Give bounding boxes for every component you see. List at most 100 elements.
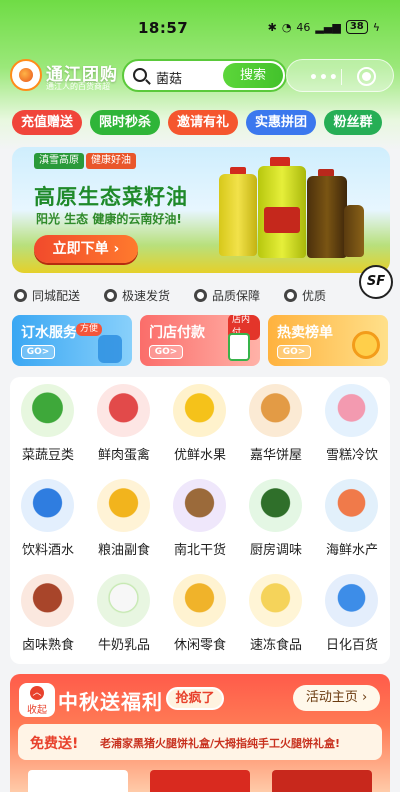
category-label: 日化百货 bbox=[325, 638, 378, 653]
store-payment-card[interactable]: 门店付款 店内付 GO> bbox=[140, 315, 260, 366]
more-icon[interactable]: ••• bbox=[309, 70, 339, 86]
category-item[interactable]: 海鲜水产 bbox=[314, 472, 390, 567]
category-item[interactable]: 南北干货 bbox=[162, 472, 238, 567]
promo-fan-group[interactable]: 粉丝群 bbox=[324, 110, 382, 135]
banner-subtitle: 阳光 生态 健康的云南好油! bbox=[36, 212, 182, 226]
brand-slogan: 通江人的百货商超 bbox=[46, 82, 110, 91]
search-button[interactable]: 搜索 bbox=[223, 63, 283, 88]
seasoning-icon bbox=[249, 479, 302, 532]
gift-box-image[interactable] bbox=[150, 770, 250, 792]
milk-icon bbox=[97, 574, 150, 627]
promo-flash-sale[interactable]: 限时秒杀 bbox=[90, 110, 160, 135]
category-item[interactable]: 嘉华饼屋 bbox=[238, 377, 314, 472]
category-item[interactable]: 休闲零食 bbox=[162, 567, 238, 662]
banner-tag: 健康好油 bbox=[86, 153, 136, 169]
promo-recharge[interactable]: 充值赠送 bbox=[12, 110, 82, 135]
card-go-button[interactable]: GO> bbox=[149, 345, 183, 359]
gift-box-image[interactable] bbox=[28, 770, 128, 792]
search-icon bbox=[133, 68, 147, 82]
app-header: 通江团购 通江人的百货商超 菌菇 搜索 ••• bbox=[10, 57, 395, 93]
category-label: 速冻食品 bbox=[249, 638, 302, 653]
payment-phone-icon bbox=[228, 333, 250, 361]
fast-shipping-icon bbox=[104, 289, 118, 302]
category-label: 海鲜水产 bbox=[325, 543, 378, 558]
gift-box-image[interactable] bbox=[272, 770, 372, 792]
grain-oil-icon bbox=[97, 479, 150, 532]
free-gift-strip[interactable]: 免费送! 老浦家黑猪火腿饼礼盒/大拇指纯手工火腿饼礼盒! bbox=[18, 724, 382, 760]
signal-icon: 46 bbox=[296, 20, 311, 34]
category-label: 嘉华饼屋 bbox=[249, 448, 302, 463]
chevron-up-icon: ︿ bbox=[30, 686, 44, 700]
status-time: 18:57 bbox=[138, 19, 189, 37]
category-label: 粮油副食 bbox=[97, 543, 150, 558]
category-label: 优鲜水果 bbox=[173, 448, 226, 463]
section-title: 中秋送福利 bbox=[58, 690, 163, 714]
category-item[interactable]: 卤味熟食 bbox=[10, 567, 86, 662]
bread-icon bbox=[249, 384, 302, 437]
category-item[interactable]: 粮油副食 bbox=[86, 472, 162, 567]
status-bar: 18:57 ✱ ◔ 46 ▂▄▆ 38 ϟ bbox=[0, 0, 400, 40]
category-item[interactable]: 厨房调味 bbox=[238, 472, 314, 567]
quality-icon bbox=[194, 289, 208, 302]
card-badge: 方便 bbox=[76, 323, 103, 336]
dry-goods-icon bbox=[173, 479, 226, 532]
category-item[interactable]: 菜蔬豆类 bbox=[10, 377, 86, 472]
promo-pills: 充值赠送 限时秒杀 邀请有礼 实惠拼团 粉丝群 bbox=[12, 110, 382, 135]
guarantee-item: 同城配送 bbox=[14, 287, 80, 304]
seafood-icon bbox=[325, 479, 378, 532]
category-label: 卤味熟食 bbox=[21, 638, 74, 653]
category-item[interactable]: 牛奶乳品 bbox=[86, 567, 162, 662]
category-label: 牛奶乳品 bbox=[97, 638, 150, 653]
card-go-button[interactable]: GO> bbox=[277, 345, 311, 359]
guarantee-item: 极速发货 bbox=[104, 287, 170, 304]
sf-express-logo[interactable]: SF bbox=[359, 265, 393, 299]
category-item[interactable]: 优鲜水果 bbox=[162, 377, 238, 472]
premium-icon bbox=[284, 289, 298, 302]
promo-group-buy[interactable]: 实惠拼团 bbox=[246, 110, 316, 135]
hot-badge: 抢疯了 bbox=[166, 687, 224, 710]
category-label: 南北干货 bbox=[173, 543, 226, 558]
card-title: 热卖榜单 bbox=[277, 325, 333, 341]
water-jug-icon bbox=[98, 335, 122, 363]
guarantee-item: 品质保障 bbox=[194, 287, 260, 304]
service-guarantees: 同城配送 极速发货 品质保障 优质 bbox=[14, 287, 350, 304]
category-item[interactable]: 饮料酒水 bbox=[10, 472, 86, 567]
category-item[interactable]: 日化百货 bbox=[314, 567, 390, 662]
water-order-card[interactable]: 订水服务 方便 GO> bbox=[12, 315, 132, 366]
hot-ranking-card[interactable]: 热卖榜单 GO> bbox=[268, 315, 388, 366]
collapse-button[interactable]: ︿ 收起 bbox=[19, 683, 55, 717]
ranking-cup-icon bbox=[352, 331, 380, 359]
capsule-divider bbox=[341, 69, 342, 85]
delivery-icon bbox=[14, 289, 27, 302]
battery-icon: 38 bbox=[345, 20, 368, 34]
card-title: 订水服务 bbox=[21, 325, 77, 341]
wifi-icon: ◔ bbox=[281, 20, 292, 34]
close-miniprogram-icon[interactable] bbox=[357, 67, 376, 86]
order-now-button[interactable]: 立即下单 › bbox=[34, 235, 138, 263]
signal-bars-icon: ▂▄▆ bbox=[315, 20, 341, 34]
category-label: 休闲零食 bbox=[173, 638, 226, 653]
meat-icon bbox=[97, 384, 150, 437]
fruit-icon bbox=[173, 384, 226, 437]
bluetooth-icon: ✱ bbox=[267, 20, 277, 34]
search-box[interactable]: 菌菇 搜索 bbox=[122, 59, 287, 92]
oil-banner[interactable]: 滇雪高原 健康好油 高原生态菜籽油 阳光 生态 健康的云南好油! 立即下单 › bbox=[12, 147, 390, 273]
search-input[interactable]: 菌菇 bbox=[156, 68, 182, 87]
miniprogram-capsule: ••• bbox=[286, 59, 394, 92]
category-label: 饮料酒水 bbox=[21, 543, 74, 558]
event-home-button[interactable]: 活动主页 › bbox=[293, 685, 380, 711]
promo-invite[interactable]: 邀请有礼 bbox=[168, 110, 238, 135]
gift-description: 老浦家黑猪火腿饼礼盒/大拇指纯手工火腿饼礼盒! bbox=[100, 737, 341, 750]
icecream-icon bbox=[325, 384, 378, 437]
category-item[interactable]: 雪糕冷饮 bbox=[314, 377, 390, 472]
banner-title: 高原生态菜籽油 bbox=[34, 185, 188, 209]
category-label: 鲜肉蛋禽 bbox=[97, 448, 150, 463]
card-go-button[interactable]: GO> bbox=[21, 345, 55, 359]
daily-goods-icon bbox=[325, 574, 378, 627]
category-item[interactable]: 速冻食品 bbox=[238, 567, 314, 662]
vegetable-icon bbox=[21, 384, 74, 437]
banner-tag: 滇雪高原 bbox=[34, 153, 84, 169]
collapse-label: 收起 bbox=[27, 705, 47, 716]
category-label: 菜蔬豆类 bbox=[21, 448, 74, 463]
category-item[interactable]: 鲜肉蛋禽 bbox=[86, 377, 162, 472]
